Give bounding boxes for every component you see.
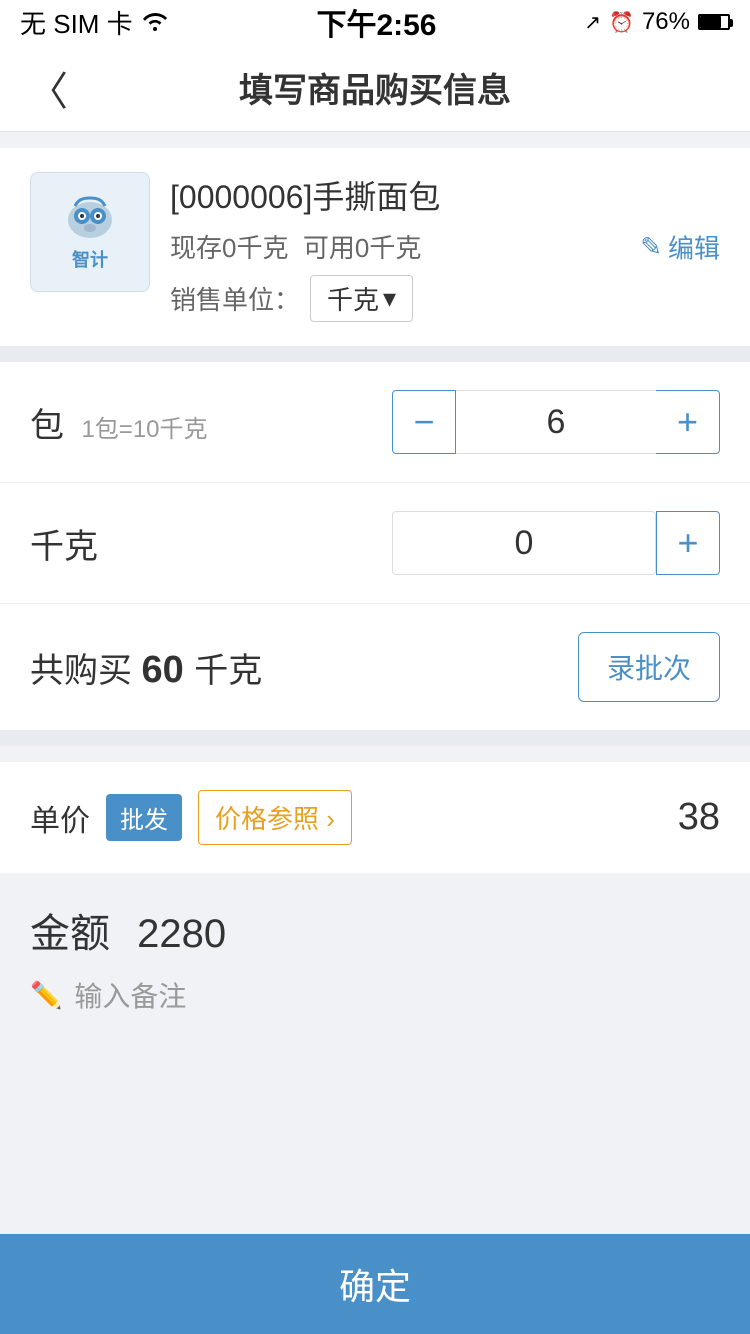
back-button[interactable]: 〈 [28, 59, 68, 117]
bao-quantity-control: − + [392, 390, 720, 454]
qianke-increase-button[interactable]: + [656, 511, 720, 575]
amount-value: 2280 [137, 912, 226, 956]
product-stock: 现存0千克 可用0千克 [170, 228, 720, 265]
qianke-label: 千克 [30, 519, 392, 568]
bao-label: 包 1包=10千克 [30, 398, 392, 447]
confirm-button[interactable]: 确定 [0, 1234, 750, 1334]
bottom-spacer [0, 1035, 750, 1155]
product-info: [0000006]手撕面包 现存0千克 可用0千克 销售单位： 千克 ▾ [170, 172, 720, 322]
input-section: 包 1包=10千克 − + 千克 + 共购买 60 千克 录批次 [0, 362, 750, 730]
summary-row: 共购买 60 千克 录批次 [0, 604, 750, 730]
page-title: 填写商品购买信息 [239, 63, 511, 112]
alarm-icon: ⏰ [609, 10, 634, 35]
product-unit-row: 销售单位： 千克 ▾ [170, 275, 720, 322]
confirm-button-label: 确定 [339, 1258, 411, 1310]
nav-bar: 〈 填写商品购买信息 [0, 44, 750, 132]
product-thumbnail: 智计 [30, 172, 150, 292]
price-value: 38 [678, 796, 720, 839]
bao-input-row: 包 1包=10千克 − + [0, 362, 750, 483]
summary-text: 共购买 60 千克 [30, 643, 262, 692]
price-label: 单价 [30, 796, 90, 840]
price-section: 单价 批发 价格参照 › 38 [0, 762, 750, 873]
pencil-icon: ✏️ [30, 980, 62, 1011]
amount-section: 金额 2280 ✏️ 输入备注 [0, 873, 750, 1035]
product-card: 智计 [0000006]手撕面包 现存0千克 可用0千克 销售单位： 千克 ▾ … [0, 148, 750, 346]
battery-icon [698, 14, 730, 30]
no-sim-label: 无 SIM 卡 [20, 4, 133, 41]
wifi-icon [141, 7, 169, 38]
section-divider-1 [0, 346, 750, 362]
edit-icon: ✎ [640, 232, 662, 263]
price-tag: 批发 [106, 794, 182, 841]
price-reference-button[interactable]: 价格参照 › [198, 790, 352, 845]
location-icon: ↗ [584, 10, 601, 35]
status-right: ↗ ⏰ 76% [584, 8, 730, 36]
logo-text: 智计 [72, 246, 108, 272]
bao-sub: 1包=10千克 [81, 416, 207, 443]
remark-placeholder: 输入备注 [74, 975, 186, 1015]
remark-row[interactable]: ✏️ 输入备注 [30, 975, 720, 1015]
status-bar: 无 SIM 卡 下午2:56 ↗ ⏰ 76% [0, 0, 750, 44]
record-batch-button[interactable]: 录批次 [578, 632, 720, 702]
qianke-quantity-input[interactable] [392, 511, 656, 575]
bao-increase-button[interactable]: + [656, 390, 720, 454]
status-time: 下午2:56 [316, 0, 436, 44]
battery-label: 76% [642, 8, 690, 36]
qianke-input-row: 千克 + [0, 483, 750, 604]
edit-button[interactable]: ✎ 编辑 [640, 229, 720, 266]
product-name: [0000006]手撕面包 [170, 172, 720, 218]
summary-quantity: 60 [141, 649, 194, 691]
bao-quantity-input[interactable] [456, 390, 656, 454]
unit-select[interactable]: 千克 ▾ [310, 275, 413, 322]
amount-row: 金额 2280 [30, 901, 720, 959]
bao-decrease-button[interactable]: − [392, 390, 456, 454]
owl-logo-icon [60, 192, 120, 242]
status-left: 无 SIM 卡 [20, 4, 169, 41]
qianke-quantity-control: + [392, 511, 720, 575]
section-divider-2 [0, 730, 750, 746]
